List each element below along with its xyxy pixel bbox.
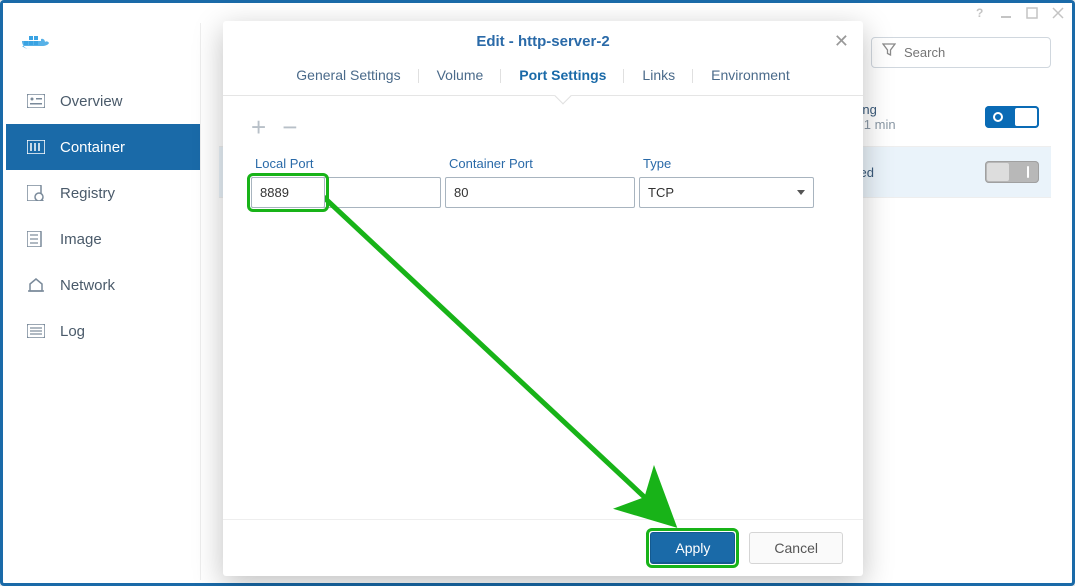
search-input[interactable] [904, 45, 1040, 60]
sidebar-item-label: Log [60, 323, 85, 340]
container-toggle[interactable] [985, 161, 1039, 183]
modal-body: + − Local Port Container Port Type [223, 96, 863, 519]
modal-header: Edit - http-server-2 ✕ [223, 21, 863, 57]
column-header-local-port: Local Port [251, 152, 441, 177]
container-icon [26, 138, 46, 156]
port-settings-table: Local Port Container Port Type TCP [251, 152, 835, 208]
tab-links[interactable]: Links [624, 57, 693, 95]
container-status: pped [845, 165, 965, 180]
container-toggle[interactable] [985, 106, 1039, 128]
log-icon [26, 322, 46, 340]
sidebar-item-label: Container [60, 139, 125, 156]
sidebar-item-container[interactable]: Container [6, 124, 200, 170]
tab-port-settings[interactable]: Port Settings [501, 57, 624, 95]
column-header-container-port: Container Port [445, 152, 635, 177]
filter-icon [882, 43, 896, 62]
add-row-icon[interactable]: + [251, 114, 266, 140]
sidebar-item-label: Network [60, 277, 115, 294]
registry-icon [26, 184, 46, 202]
modal-close-icon[interactable]: ✕ [834, 31, 849, 52]
sidebar: Overview Container Registry Image Networ… [6, 23, 201, 580]
maximize-icon[interactable] [1026, 7, 1038, 19]
sidebar-item-network[interactable]: Network [6, 262, 200, 308]
modal-title: Edit - http-server-2 [476, 33, 609, 50]
modal-footer: Apply Cancel [223, 519, 863, 576]
window-controls: ? [3, 3, 1072, 23]
sidebar-item-overview[interactable]: Overview [6, 78, 200, 124]
help-icon[interactable]: ? [974, 7, 986, 19]
local-port-input[interactable] [251, 177, 325, 208]
sidebar-item-log[interactable]: Log [6, 308, 200, 354]
docker-logo-icon [6, 33, 200, 78]
modal-tabbar: General Settings Volume Port Settings Li… [223, 57, 863, 96]
svg-text:?: ? [976, 7, 983, 19]
container-port-input[interactable] [445, 177, 635, 208]
type-select[interactable]: TCP [639, 177, 814, 208]
close-icon[interactable] [1052, 7, 1064, 19]
sidebar-item-registry[interactable]: Registry [6, 170, 200, 216]
sidebar-item-label: Image [60, 231, 102, 248]
tab-environment[interactable]: Environment [693, 57, 808, 95]
sidebar-item-label: Overview [60, 93, 123, 110]
app-window: ? Overview Container Registry Ima [0, 0, 1075, 586]
remove-row-icon[interactable]: − [282, 114, 297, 140]
chevron-down-icon [797, 190, 805, 195]
sidebar-item-image[interactable]: Image [6, 216, 200, 262]
tab-general-settings[interactable]: General Settings [278, 57, 418, 95]
type-select-value: TCP [648, 185, 674, 200]
network-icon [26, 276, 46, 294]
minimize-icon[interactable] [1000, 7, 1012, 19]
sidebar-item-label: Registry [60, 185, 115, 202]
overview-icon [26, 92, 46, 110]
cancel-button[interactable]: Cancel [749, 532, 843, 564]
edit-container-modal: Edit - http-server-2 ✕ General Settings … [223, 21, 863, 576]
container-status: nning for 1 min [845, 102, 965, 132]
image-icon [26, 230, 46, 248]
apply-button[interactable]: Apply [650, 532, 735, 564]
tab-volume[interactable]: Volume [419, 57, 502, 95]
column-header-type: Type [639, 152, 814, 177]
search-input-wrap[interactable] [871, 37, 1051, 68]
